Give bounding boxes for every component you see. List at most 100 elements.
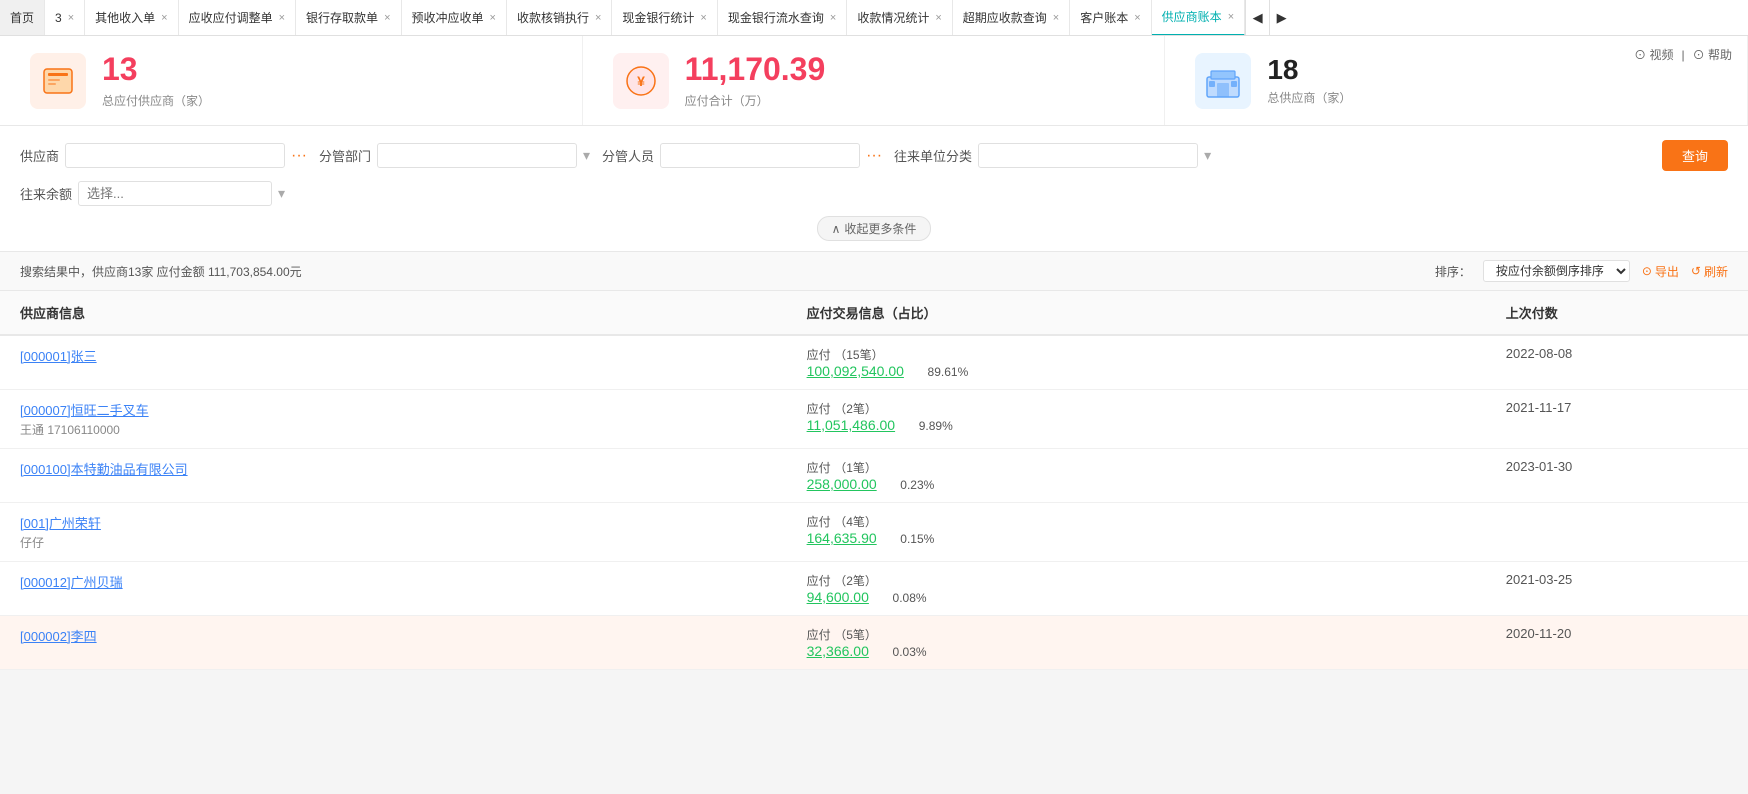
balance-dropdown-arrow[interactable]: ▾ (278, 185, 285, 202)
col-supplier-info: 供应商信息 (0, 291, 787, 335)
nav-item-label: 现金银行统计 (622, 9, 694, 26)
collapse-button[interactable]: ∧ 收起更多条件 (817, 216, 932, 241)
nav-item-payment-stat[interactable]: 收款情况统计 × (847, 0, 952, 36)
nav-item-label: 银行存取款单 (306, 9, 378, 26)
pct-value: 89.61% (928, 365, 969, 379)
nav-item-cash-flow[interactable]: 现金银行流水查询 × (718, 0, 847, 36)
person-input[interactable] (660, 143, 860, 168)
nav-item-cash-bank-stat[interactable]: 现金银行统计 × (612, 0, 717, 36)
balance-label: 往来余额 (20, 184, 72, 203)
export-label: 导出 (1655, 263, 1679, 280)
query-button[interactable]: 查询 (1662, 140, 1728, 171)
close-icon[interactable]: × (490, 12, 496, 24)
amount-value[interactable]: 100,092,540.00 (807, 363, 904, 379)
close-icon[interactable]: × (1053, 12, 1059, 24)
tx-count: （4笔） (834, 515, 877, 529)
person-dots[interactable]: ··· (866, 147, 882, 165)
nav-item-label: 3 (55, 11, 62, 25)
category-dropdown-arrow[interactable]: ▾ (1204, 147, 1211, 164)
nav-item-label: 其他收入单 (95, 9, 155, 26)
cell-last-date: 2021-11-17 (1486, 390, 1748, 449)
total-suppliers-num: 18 (1267, 55, 1351, 86)
nav-item-prepay-offset[interactable]: 预收冲应收单 × (402, 0, 507, 36)
supplier-link[interactable]: [000012]广州贝瑞 (20, 575, 123, 590)
header-row: 供应商信息 应付交易信息（占比） 上次付数 (0, 291, 1748, 335)
close-icon[interactable]: × (68, 12, 74, 24)
tx-count: （2笔） (834, 402, 877, 416)
nav-item-supplier-ledger[interactable]: 供应商账本 × (1152, 0, 1245, 36)
export-button[interactable]: ⊙ 导出 (1642, 263, 1679, 280)
nav-item-payment-exec[interactable]: 收款核销执行 × (507, 0, 612, 36)
cell-supplier: [000002]李四 (0, 616, 787, 670)
supplier-link[interactable]: [000002]李四 (20, 629, 97, 644)
supplier-link[interactable]: [000100]本特勤油品有限公司 (20, 462, 188, 477)
close-icon[interactable]: × (830, 12, 836, 24)
payable-supplier-icon (30, 53, 86, 109)
supplier-link[interactable]: [000007]恒旺二手叉车 (20, 403, 149, 418)
category-input[interactable] (978, 143, 1198, 168)
table-header: 供应商信息 应付交易信息（占比） 上次付数 (0, 291, 1748, 335)
dept-input[interactable] (377, 143, 577, 168)
nav-item-3[interactable]: 3 × (45, 0, 85, 36)
nav-item-home[interactable]: 首页 (0, 0, 45, 36)
supplier-input[interactable] (65, 143, 285, 168)
pct-value: 0.03% (893, 645, 927, 659)
supplier-link[interactable]: [000001]张三 (20, 349, 97, 364)
supplier-link[interactable]: [001]广州荣轩 (20, 516, 101, 531)
nav-prev-arrow[interactable]: ◀ (1245, 0, 1269, 36)
nav-item-customer-ledger[interactable]: 客户账本 × (1070, 0, 1151, 36)
nav-item-overdue-ar[interactable]: 超期应收款查询 × (953, 0, 1070, 36)
last-date: 2023-01-30 (1506, 459, 1573, 474)
tx-count: （2笔） (834, 574, 877, 588)
cell-last-date (1486, 503, 1748, 562)
close-icon[interactable]: × (700, 12, 706, 24)
amount-value[interactable]: 258,000.00 (807, 476, 877, 492)
amount-value[interactable]: 32,366.00 (807, 643, 869, 659)
amount-value[interactable]: 164,635.90 (807, 530, 877, 546)
total-ap-num: 11,170.39 (685, 52, 826, 87)
summary-text-total-suppliers: 18 总供应商（家） (1267, 55, 1351, 107)
col-last-date: 上次付数 (1486, 291, 1748, 335)
supplier-sub: 王通 17106110000 (20, 421, 767, 438)
sort-select[interactable]: 按应付余额倒序排序 (1483, 260, 1630, 282)
balance-input[interactable] (78, 181, 272, 206)
filter-row-1: 供应商 ··· 分管部门 ▾ 分管人员 ··· 往来单位分类 ▾ 查询 (20, 140, 1728, 171)
close-icon[interactable]: × (935, 12, 941, 24)
help-link[interactable]: ⊙ 帮助 (1693, 46, 1732, 63)
payable-suppliers-num: 13 (102, 52, 210, 87)
close-icon[interactable]: × (384, 12, 390, 24)
close-icon[interactable]: × (1228, 11, 1234, 23)
summary-card-total-ap: ¥ 11,170.39 应付合计（万） (583, 36, 1166, 125)
cell-tx: 应付 （2笔） 11,051,486.00 9.89% (787, 390, 1486, 449)
nav-item-bank-deposit[interactable]: 银行存取款单 × (296, 0, 401, 36)
nav-item-label: 现金银行流水查询 (728, 9, 824, 26)
nav-item-ar-ap-adjust[interactable]: 应收应付调整单 × (179, 0, 296, 36)
svg-text:¥: ¥ (637, 73, 645, 89)
close-icon[interactable]: × (595, 12, 601, 24)
tx-label: 应付 (807, 402, 831, 416)
video-link[interactable]: ⊙ 视频 (1634, 46, 1673, 63)
refresh-button[interactable]: ↺ 刷新 (1691, 263, 1728, 280)
cell-supplier: [000100]本特勤油品有限公司 (0, 449, 787, 503)
close-icon[interactable]: × (161, 12, 167, 24)
dept-dropdown-arrow[interactable]: ▾ (583, 147, 590, 164)
sort-label: 排序： (1435, 263, 1471, 280)
collapse-label: 收起更多条件 (844, 220, 916, 237)
cell-tx: 应付 （4笔） 164,635.90 0.15% (787, 503, 1486, 562)
cell-supplier: [000001]张三 (0, 335, 787, 390)
close-icon[interactable]: × (279, 12, 285, 24)
sort-area: 排序： 按应付余额倒序排序 ⊙ 导出 ↺ 刷新 (1435, 260, 1728, 282)
tx-count: （5笔） (834, 628, 877, 642)
close-icon[interactable]: × (1134, 12, 1140, 24)
tx-label: 应付 (807, 461, 831, 475)
amount-value[interactable]: 94,600.00 (807, 589, 869, 605)
tx-label: 应付 (807, 348, 831, 362)
nav-next-arrow[interactable]: ▶ (1269, 0, 1293, 36)
amount-value[interactable]: 11,051,486.00 (807, 417, 896, 433)
filter-balance: 往来余额 ▾ (20, 181, 285, 206)
table-row: [001]广州荣轩 仔仔 应付 （4笔） 164,635.90 0.15% (0, 503, 1748, 562)
summary-text-total-ap: 11,170.39 应付合计（万） (685, 52, 826, 108)
cell-supplier: [000007]恒旺二手叉车 王通 17106110000 (0, 390, 787, 449)
supplier-dots[interactable]: ··· (291, 147, 307, 165)
nav-item-other-income[interactable]: 其他收入单 × (85, 0, 178, 36)
